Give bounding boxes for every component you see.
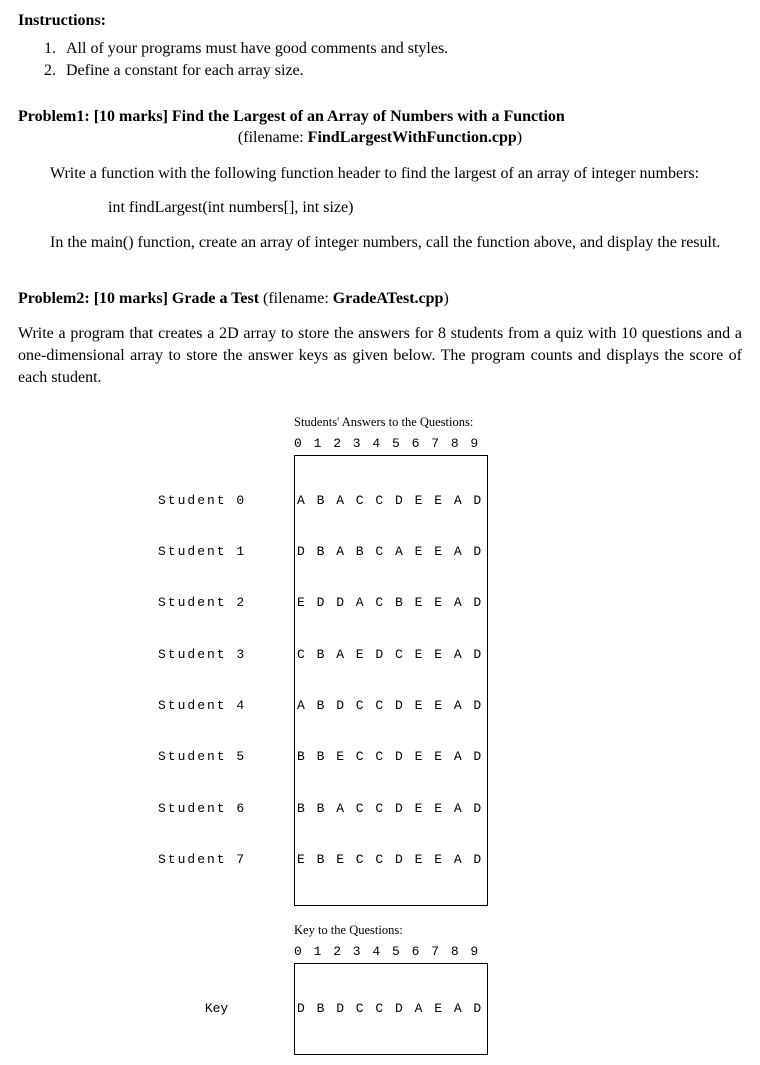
- instruction-item: All of your programs must have good comm…: [60, 38, 742, 60]
- instructions-heading: Instructions:: [18, 10, 742, 32]
- problem1-para1: Write a function with the following func…: [50, 163, 742, 185]
- problem2-heading-suffix: ): [443, 290, 448, 307]
- student-label: Student 5: [158, 749, 286, 765]
- key-row-values: D B D C C D A E A D: [297, 1001, 483, 1017]
- instructions-list: All of your programs must have good comm…: [18, 38, 742, 82]
- problem1-heading: Problem1: [10 marks] Find the Largest of…: [18, 106, 742, 128]
- answer-row: B B E C C D E E A D: [297, 749, 483, 765]
- problem2-heading: Problem2: [10 marks] Grade a Test (filen…: [18, 288, 742, 310]
- problem2-heading-bold: Problem2: [10 marks] Grade a Test: [18, 290, 263, 307]
- answer-row: E B E C C D E E A D: [297, 852, 483, 868]
- answers-title: Students' Answers to the Questions:: [294, 414, 742, 431]
- filename-prefix: (filename:: [238, 129, 308, 146]
- problem1-filename: FindLargestWithFunction.cpp: [308, 129, 517, 146]
- instruction-item: Define a constant for each array size.: [60, 60, 742, 82]
- key-col-headers: 0 1 2 3 4 5 6 7 8 9: [294, 943, 742, 961]
- student-label: Student 3: [158, 647, 286, 663]
- student-labels-column: Student 0 Student 1 Student 2 Student 3 …: [158, 458, 294, 904]
- answer-row: D B A B C A E E A D: [297, 544, 483, 560]
- problem1-para2: In the main() function, create an array …: [50, 232, 742, 254]
- answer-row: C B A E D C E E A D: [297, 647, 483, 663]
- answers-grid-box: A B A C C D E E A D D B A B C A E E A D …: [294, 455, 488, 907]
- answer-row: A B A C C D E E A D: [297, 493, 483, 509]
- problem1-signature: int findLargest(int numbers[], int size): [108, 197, 742, 219]
- answer-row: B B A C C D E E A D: [297, 801, 483, 817]
- student-label: Student 7: [158, 852, 286, 868]
- student-label: Student 4: [158, 698, 286, 714]
- problem2-filename: GradeATest.cpp: [333, 290, 444, 307]
- filename-suffix: ): [517, 129, 522, 146]
- answers-block: Students' Answers to the Questions: 0 1 …: [158, 414, 742, 906]
- key-label: Key: [205, 1001, 228, 1016]
- student-label: Student 0: [158, 493, 286, 509]
- student-label: Student 1: [158, 544, 286, 560]
- answers-col-headers: 0 1 2 3 4 5 6 7 8 9: [294, 435, 742, 453]
- student-label: Student 2: [158, 595, 286, 611]
- key-box: D B D C C D A E A D: [294, 963, 488, 1055]
- problem2-para: Write a program that creates a 2D array …: [18, 323, 742, 388]
- key-title: Key to the Questions:: [294, 922, 742, 939]
- answer-row: A B D C C D E E A D: [297, 698, 483, 714]
- problem1-filename-line: (filename: FindLargestWithFunction.cpp): [18, 127, 742, 149]
- student-label: Student 6: [158, 801, 286, 817]
- problem2-heading-prefix: (filename:: [263, 290, 333, 307]
- answer-row: E D D A C B E E A D: [297, 595, 483, 611]
- key-block: Key to the Questions: 0 1 2 3 4 5 6 7 8 …: [158, 922, 742, 1055]
